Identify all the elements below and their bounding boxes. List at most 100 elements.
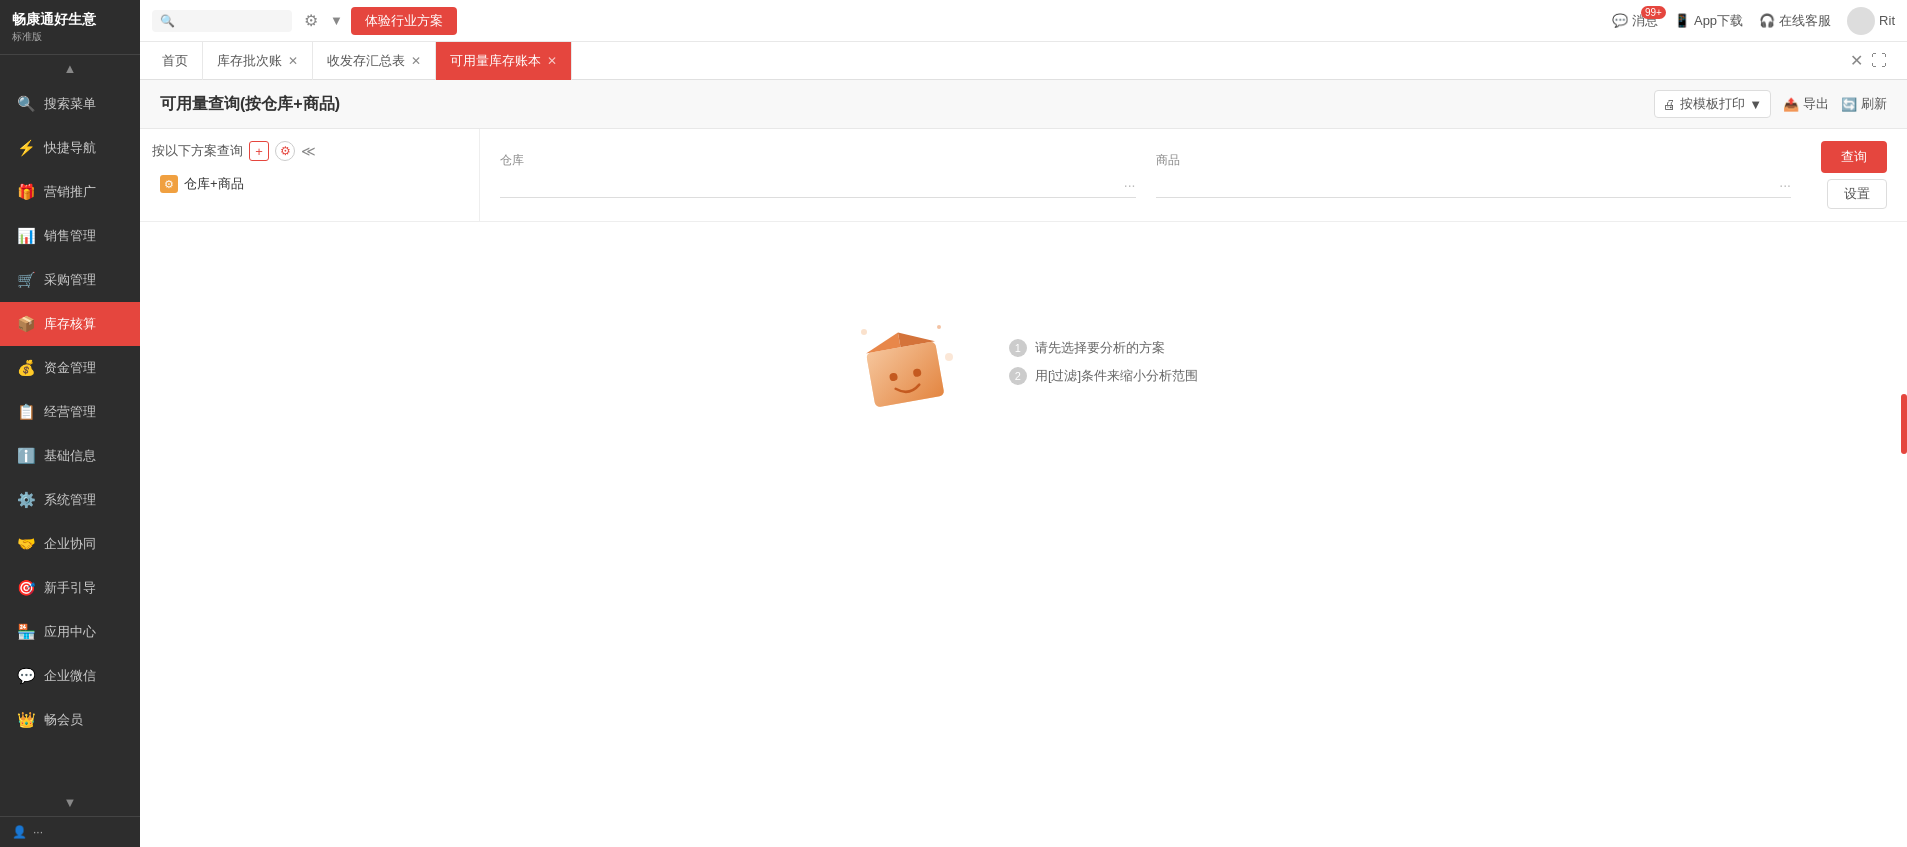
info-icon: ℹ️ xyxy=(16,446,36,466)
tab-close-icon[interactable]: ✕ xyxy=(547,54,557,68)
export-button[interactable]: 📤 导出 xyxy=(1783,95,1829,113)
sidebar-item-label: 企业协同 xyxy=(44,535,96,553)
sidebar-item-label: 系统管理 xyxy=(44,491,96,509)
sidebar-item-sales[interactable]: 📊 销售管理 xyxy=(0,214,140,258)
filter-actions: 查询 设置 xyxy=(1811,141,1887,209)
sidebar-item-label: 畅会员 xyxy=(44,711,83,729)
sidebar-item-label: 资金管理 xyxy=(44,359,96,377)
target-icon: 🎯 xyxy=(16,578,36,598)
sidebar-item-wechat[interactable]: 💬 企业微信 xyxy=(0,654,140,698)
sidebar-item-member[interactable]: 👑 畅会员 xyxy=(0,698,140,742)
sidebar-item-label: 经营管理 xyxy=(44,403,96,421)
filter-area: 按以下方案查询 + ⚙ ≪ ⚙ 仓库+商品 仓库 ··· xyxy=(140,129,1907,222)
tab-close-icon[interactable]: ✕ xyxy=(411,54,421,68)
sidebar-item-purchase[interactable]: 🛒 采购管理 xyxy=(0,258,140,302)
scroll-thumb[interactable] xyxy=(1901,394,1907,454)
product-label: 商品 xyxy=(1156,152,1792,169)
warehouse-label: 仓库 xyxy=(500,152,1136,169)
page-title: 可用量查询(按仓库+商品) xyxy=(160,94,340,115)
topbar-chevron[interactable]: ▼ xyxy=(330,13,343,28)
tab-close-icon[interactable]: ✕ xyxy=(288,54,298,68)
scheme-item-warehouse-product[interactable]: ⚙ 仓库+商品 xyxy=(152,171,467,197)
query-button[interactable]: 查询 xyxy=(1821,141,1887,173)
clipboard-icon: 📋 xyxy=(16,402,36,422)
tab-available-ledger[interactable]: 可用量库存账本 ✕ xyxy=(436,42,572,80)
warehouse-more-icon[interactable]: ··· xyxy=(1124,177,1136,193)
username: Rit xyxy=(1879,13,1895,28)
filter-settings-button[interactable]: 设置 xyxy=(1827,179,1887,209)
money-icon: 💰 xyxy=(16,358,36,378)
main-area: 🔍 ⚙ ▼ 体验行业方案 💬 消息 99+ 📱 App下载 🎧 在线客服 Rit xyxy=(140,0,1907,847)
scheme-label: 按以下方案查询 xyxy=(152,142,243,160)
sidebar-item-newbie[interactable]: 🎯 新手引导 xyxy=(0,566,140,610)
sidebar-username: ··· xyxy=(33,825,43,839)
settings-icon[interactable]: ⚙ xyxy=(300,7,322,34)
sidebar-item-label: 库存核算 xyxy=(44,315,96,333)
sidebar-item-label: 营销推广 xyxy=(44,183,96,201)
topbar-search-box[interactable]: 🔍 xyxy=(152,10,292,32)
scheme-item-label: 仓库+商品 xyxy=(184,175,244,193)
sidebar-item-basicinfo[interactable]: ℹ️ 基础信息 xyxy=(0,434,140,478)
user-avatar-area[interactable]: Rit xyxy=(1847,7,1895,35)
topbar: 🔍 ⚙ ▼ 体验行业方案 💬 消息 99+ 📱 App下载 🎧 在线客服 Rit xyxy=(140,0,1907,42)
product-more-icon[interactable]: ··· xyxy=(1779,177,1791,193)
app-logo: 畅康通好生意 标准版 xyxy=(0,0,140,55)
sidebar-item-label: 销售管理 xyxy=(44,227,96,245)
product-input[interactable] xyxy=(1156,178,1780,193)
tab-window-controls: ✕ ⛶ xyxy=(1838,51,1899,70)
search-icon: 🔍 xyxy=(16,94,36,114)
handshake-icon: 🤝 xyxy=(16,534,36,554)
sidebar-item-marketing[interactable]: 🎁 营销推广 xyxy=(0,170,140,214)
tab-home[interactable]: 首页 xyxy=(148,42,203,80)
message-button[interactable]: 💬 消息 99+ xyxy=(1612,12,1658,30)
sidebar-item-inventory[interactable]: 📦 库存核算 xyxy=(0,302,140,346)
lightning-icon: ⚡ xyxy=(16,138,36,158)
avatar xyxy=(1847,7,1875,35)
sidebar-bottom[interactable]: 👤 ··· xyxy=(0,816,140,847)
box-icon: 📦 xyxy=(16,314,36,334)
product-field: 商品 ··· xyxy=(1156,152,1792,198)
sidebar-item-enterprise[interactable]: 🤝 企业协同 xyxy=(0,522,140,566)
filter-fields-panel: 仓库 ··· 商品 ··· 查询 xyxy=(480,129,1907,221)
app-download-button[interactable]: 📱 App下载 xyxy=(1674,12,1743,30)
tab-batch-account-label: 库存批次账 xyxy=(217,52,282,70)
sidebar-item-finance[interactable]: 💰 资金管理 xyxy=(0,346,140,390)
sidebar-item-operations[interactable]: 📋 经营管理 xyxy=(0,390,140,434)
crown-icon: 👑 xyxy=(16,710,36,730)
empty-illustration xyxy=(849,302,969,422)
page-content: 可用量查询(按仓库+商品) 🖨 按模板打印 ▼ 📤 导出 🔄 刷新 xyxy=(140,80,1907,847)
tip-text-2: 用[过滤]条件来缩小分析范围 xyxy=(1035,367,1198,385)
warehouse-input[interactable] xyxy=(500,178,1124,193)
trial-button[interactable]: 体验行业方案 xyxy=(351,7,457,35)
refresh-button[interactable]: 🔄 刷新 xyxy=(1841,95,1887,113)
tab-batch-account[interactable]: 库存批次账 ✕ xyxy=(203,42,313,80)
sidebar-item-appcenter[interactable]: 🏪 应用中心 xyxy=(0,610,140,654)
sidebar-item-label: 快捷导航 xyxy=(44,139,96,157)
gear-icon: ⚙️ xyxy=(16,490,36,510)
online-service-button[interactable]: 🎧 在线客服 xyxy=(1759,12,1831,30)
close-tab-btn[interactable]: ✕ xyxy=(1850,51,1863,70)
sidebar-item-label: 新手引导 xyxy=(44,579,96,597)
sidebar-item-label: 采购管理 xyxy=(44,271,96,289)
empty-state: 1 请先选择要分析的方案 2 用[过滤]条件来缩小分析范围 xyxy=(140,222,1907,502)
sidebar-item-search[interactable]: 🔍 搜索菜单 xyxy=(0,82,140,126)
filter-scheme-panel: 按以下方案查询 + ⚙ ≪ ⚙ 仓库+商品 xyxy=(140,129,480,221)
maximize-tab-btn[interactable]: ⛶ xyxy=(1871,52,1887,70)
export-label: 导出 xyxy=(1803,95,1829,113)
scheme-settings-button[interactable]: ⚙ xyxy=(275,141,295,161)
filter-scheme-header: 按以下方案查询 + ⚙ ≪ xyxy=(152,141,467,161)
add-scheme-button[interactable]: + xyxy=(249,141,269,161)
tab-collection-summary[interactable]: 收发存汇总表 ✕ xyxy=(313,42,436,80)
sidebar-item-quicknav[interactable]: ⚡ 快捷导航 xyxy=(0,126,140,170)
topbar-right: 💬 消息 99+ 📱 App下载 🎧 在线客服 Rit xyxy=(1612,7,1895,35)
sidebar-item-system[interactable]: ⚙️ 系统管理 xyxy=(0,478,140,522)
scroll-down-btn[interactable]: ▼ xyxy=(0,789,140,816)
page-header-actions: 🖨 按模板打印 ▼ 📤 导出 🔄 刷新 xyxy=(1654,90,1887,118)
printer-icon: 🖨 xyxy=(1663,97,1676,112)
app-name: 畅康通好生意 xyxy=(12,10,128,30)
collapse-button[interactable]: ≪ xyxy=(301,143,316,159)
template-print-button[interactable]: 🖨 按模板打印 ▼ xyxy=(1654,90,1771,118)
scroll-up-btn[interactable]: ▲ xyxy=(0,55,140,82)
tip-num-2: 2 xyxy=(1009,367,1027,385)
svg-point-8 xyxy=(937,325,941,329)
